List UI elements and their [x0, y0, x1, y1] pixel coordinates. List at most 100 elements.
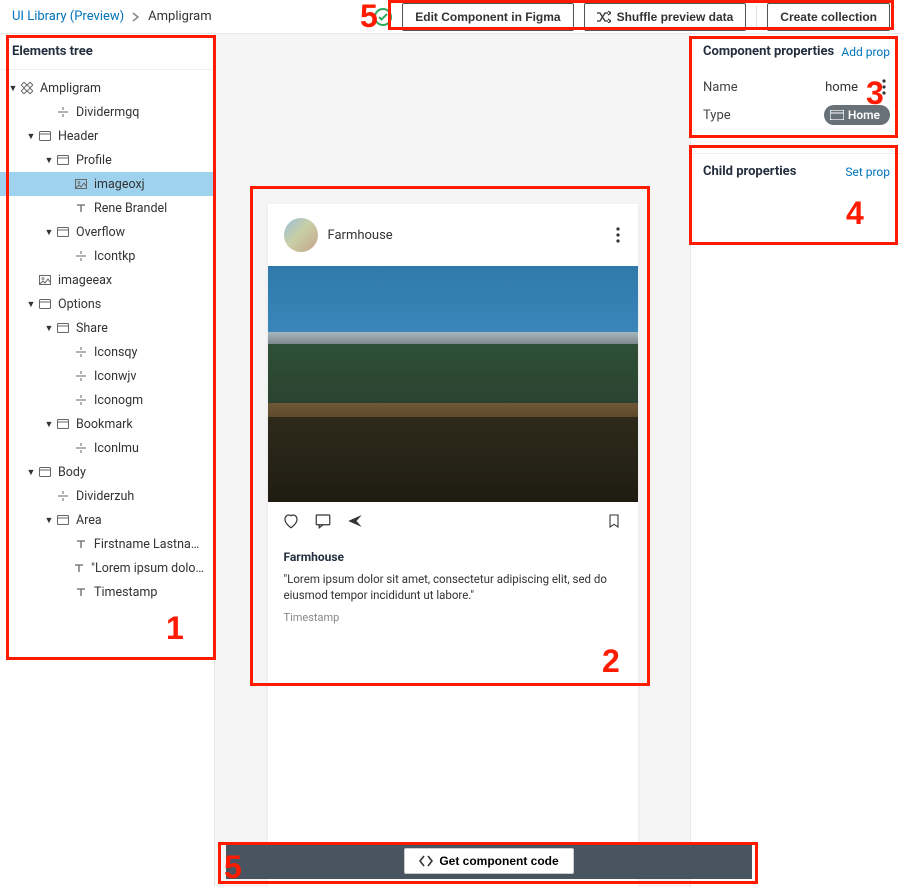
- tree-row[interactable]: ▼ Ampligram: [0, 76, 214, 100]
- divider-icon: [74, 249, 88, 263]
- tree-row[interactable]: ▼Dividermgq: [0, 100, 214, 124]
- prop-kebab-icon[interactable]: [878, 79, 890, 95]
- breadcrumb: UI Library (Preview) Ampligram: [12, 9, 212, 24]
- elements-tree-panel: Elements tree ▼Ampligram▼Dividermgq▼Head…: [0, 34, 215, 887]
- tree-row[interactable]: ▼Bookmark: [0, 412, 214, 436]
- bookmark-icon[interactable]: [606, 512, 624, 530]
- layout-icon: [56, 513, 70, 527]
- right-panel: Component properties Add prop Name home …: [690, 34, 902, 887]
- divider-icon: [74, 393, 88, 407]
- tree-row[interactable]: ▼Iconwjv: [0, 364, 214, 388]
- tree-toggle-icon[interactable]: ▼: [26, 299, 36, 309]
- tree-label: Iconogm: [94, 393, 143, 408]
- heart-icon[interactable]: [282, 512, 300, 530]
- add-prop-link[interactable]: Add prop: [841, 45, 890, 59]
- tree-row[interactable]: ▼Share: [0, 316, 214, 340]
- child-properties-panel: Child properties Set prop: [691, 154, 902, 244]
- create-collection-button[interactable]: Create collection: [767, 3, 890, 31]
- image-icon: [38, 273, 52, 287]
- tree-row[interactable]: ▼ Options: [0, 292, 214, 316]
- tree-label: imageoxj: [94, 177, 145, 192]
- preview-caption-text: "Lorem ipsum dolor sit amet, consectetur…: [284, 572, 622, 603]
- tree-toggle-icon[interactable]: ▼: [26, 467, 36, 477]
- status-check-icon: [374, 8, 392, 26]
- layout-icon: [56, 321, 70, 335]
- canvas: Farmhouse: [215, 34, 690, 887]
- image-icon: [74, 177, 88, 191]
- tree-label: imageeax: [58, 273, 112, 288]
- kebab-menu-icon[interactable]: [614, 227, 622, 243]
- layout-icon: [38, 129, 52, 143]
- toolbar: Edit Component in Figma Shuffle preview …: [374, 3, 890, 31]
- component-icon: [20, 81, 34, 95]
- tree-row[interactable]: ▼Icontkp: [0, 244, 214, 268]
- child-properties-title: Child properties: [703, 164, 796, 179]
- tree-row[interactable]: ▼Firstname Lastname: [0, 532, 214, 556]
- divider-icon: [74, 369, 88, 383]
- divider-icon: [74, 345, 88, 359]
- edit-in-figma-button[interactable]: Edit Component in Figma: [402, 3, 573, 31]
- divider-icon: [74, 441, 88, 455]
- tree-row[interactable]: ▼imageoxj: [0, 172, 214, 196]
- tree-row[interactable]: ▼"Lorem ipsum dolor sit...: [0, 556, 214, 580]
- tree-label: Icontkp: [94, 249, 135, 264]
- preview-actions: [268, 502, 638, 540]
- chevron-right-icon: [132, 12, 140, 22]
- tree-row[interactable]: ▼Timestamp: [0, 580, 214, 604]
- avatar: [284, 218, 318, 252]
- separator: [756, 6, 757, 28]
- divider-icon: [56, 105, 70, 119]
- tree-label: Iconsqy: [94, 345, 137, 360]
- tree-row[interactable]: ▼Rene Brandel: [0, 196, 214, 220]
- set-prop-link[interactable]: Set prop: [845, 165, 890, 179]
- breadcrumb-root[interactable]: UI Library (Preview): [12, 9, 124, 24]
- tree-label: Header: [58, 129, 98, 144]
- tree-row[interactable]: ▼ Header: [0, 124, 214, 148]
- get-component-code-button[interactable]: Get component code: [404, 848, 573, 874]
- tree-label: Ampligram: [40, 81, 101, 96]
- tree-toggle-icon[interactable]: ▼: [44, 155, 54, 165]
- tree-label: Body: [58, 465, 86, 480]
- tree-label: Iconlmu: [94, 441, 139, 456]
- tree-label: Rene Brandel: [94, 201, 167, 216]
- tree-toggle-icon[interactable]: ▼: [44, 515, 54, 525]
- tree-row[interactable]: ▼Iconlmu: [0, 436, 214, 460]
- layout-icon: [38, 465, 52, 479]
- tree-label: Overflow: [76, 225, 125, 240]
- text-icon: [74, 537, 88, 551]
- tree-row[interactable]: ▼ Profile: [0, 148, 214, 172]
- tree-toggle-icon[interactable]: ▼: [8, 83, 18, 93]
- tree-row[interactable]: ▼Iconogm: [0, 388, 214, 412]
- preview-card: Farmhouse: [268, 204, 638, 887]
- elements-tree: ▼Ampligram▼Dividermgq▼Header▼Profile▼ima…: [0, 70, 214, 610]
- tree-row[interactable]: ▼ Overflow: [0, 220, 214, 244]
- tree-row[interactable]: ▼Iconsqy: [0, 340, 214, 364]
- layout-icon: [830, 110, 844, 120]
- tree-label: Dividermgq: [76, 105, 139, 120]
- tree-toggle-icon[interactable]: ▼: [44, 323, 54, 333]
- tree-row[interactable]: ▼ Body: [0, 460, 214, 484]
- preview-card-header: Farmhouse: [268, 204, 638, 266]
- prop-type-value[interactable]: Home: [824, 105, 890, 125]
- preview-caption-title: Farmhouse: [284, 550, 622, 564]
- tree-row[interactable]: ▼imageeax: [0, 268, 214, 292]
- tree-row[interactable]: ▼Area: [0, 508, 214, 532]
- bottom-bar: Get component code: [226, 843, 752, 879]
- tree-toggle-icon[interactable]: ▼: [44, 419, 54, 429]
- tree-label: Firstname Lastname: [94, 537, 208, 552]
- comment-icon[interactable]: [314, 512, 332, 530]
- tree-label: Profile: [76, 153, 112, 168]
- text-icon: [74, 585, 88, 599]
- tree-label: "Lorem ipsum dolor sit...: [91, 561, 208, 576]
- layout-icon: [56, 153, 70, 167]
- tree-label: Options: [58, 297, 101, 312]
- layout-icon: [56, 417, 70, 431]
- tree-toggle-icon[interactable]: ▼: [44, 227, 54, 237]
- layout-icon: [56, 225, 70, 239]
- shuffle-preview-data-button[interactable]: Shuffle preview data: [584, 3, 747, 31]
- layout-icon: [38, 297, 52, 311]
- tree-row[interactable]: ▼Dividerzuh: [0, 484, 214, 508]
- tree-toggle-icon[interactable]: ▼: [26, 131, 36, 141]
- send-icon[interactable]: [346, 512, 364, 530]
- preview-card-body: Farmhouse "Lorem ipsum dolor sit amet, c…: [268, 540, 638, 640]
